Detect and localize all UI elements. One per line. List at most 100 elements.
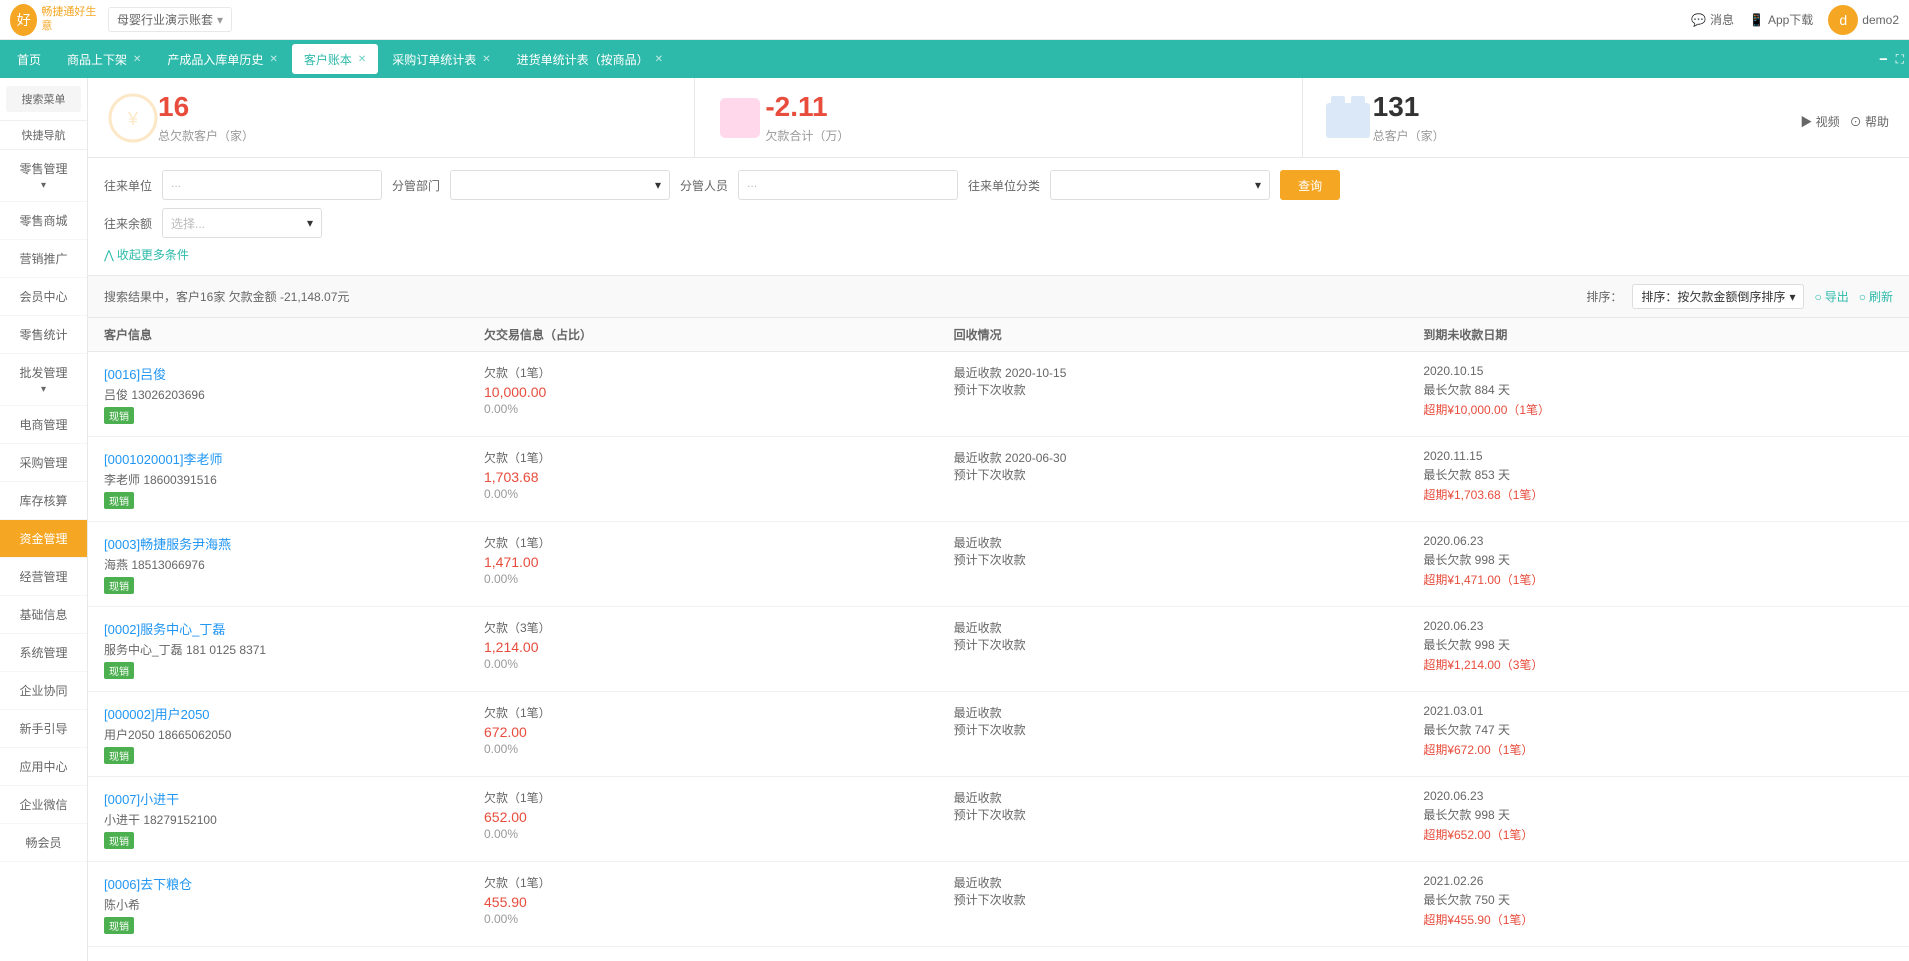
sort-select[interactable]: 排序：按欠款金额倒序排序 ▾ [1632,284,1804,309]
customer-name-link[interactable]: [0002]服务中心_丁磊 [104,619,484,638]
quick-nav-btn[interactable]: 快捷导航 [0,121,87,150]
tab-purchase-stats[interactable]: 进货单统计表（按商品） ✕ [505,44,675,74]
user-avatar[interactable]: d demo2 [1828,5,1899,35]
next-payment: 预计下次收款 [954,381,1424,398]
customer-name-link[interactable]: [0006]去下粮仓 [104,874,484,893]
search-menu-btn[interactable]: 搜索菜单 [6,86,81,112]
from-unit-input[interactable]: ... [162,170,382,200]
debt-count: 欠款（3笔） [484,619,954,636]
export-btn[interactable]: ○ 导出 [1814,288,1848,305]
balance-label: 往来余额 [104,215,152,232]
sidebar-item-enterprise-collab[interactable]: 企业协同 [0,672,87,710]
col-recovery: 回收情况 [954,326,1424,343]
tab-home[interactable]: 首页 [5,44,53,74]
sidebar-item-purchase-mgmt[interactable]: 采购管理 [0,444,87,482]
debt-amount: 10,000.00 [484,384,954,400]
sidebar-item-retail-mgmt[interactable]: 零售管理 ▾ [0,150,87,202]
overdue-detail-link[interactable]: 超期¥10,000.00（1笔） [1423,401,1893,418]
customer-info-cell: [0016]吕俊 吕俊 13026203696 现销 [104,364,484,424]
balance-select[interactable]: 选择... ▾ [162,208,322,238]
sidebar-item-operations[interactable]: 经营管理 [0,558,87,596]
tab-production-history[interactable]: 产成品入库单历史 ✕ [155,44,289,74]
sidebar-item-base-info[interactable]: 基础信息 [0,596,87,634]
sidebar-item-finance[interactable]: 资金管理 [0,520,87,558]
collapse-icon: ⋀ [104,248,114,262]
sidebar-item-inventory[interactable]: 库存核算 [0,482,87,520]
sidebar: 搜索菜单 快捷导航 零售管理 ▾ 零售商城 营销推广 会员中心 零售统计 批发管… [0,78,88,961]
sidebar-item-enterprise-wechat[interactable]: 企业微信 [0,786,87,824]
sidebar-item-vip-member[interactable]: 畅会员 [0,824,87,862]
debt-amount: 455.90 [484,894,954,910]
sidebar-item-retail-stats[interactable]: 零售统计 [0,316,87,354]
app-download-btn[interactable]: 📱 App下载 [1749,11,1813,28]
tab-close-icon[interactable]: ✕ [482,54,490,65]
debt-customers-number: 16 [158,91,254,123]
sidebar-item-system-mgmt[interactable]: 系统管理 [0,634,87,672]
customer-name-link[interactable]: [0001020001]李老师 [104,449,484,468]
due-date: 2020.11.15 [1423,449,1893,463]
message-icon: 💬 [1691,13,1706,27]
customer-tag: 现销 [104,492,134,509]
tab-close-icon[interactable]: ✕ [269,54,277,65]
content-area: ¥ 16 总欠款客户（家） ★ [88,78,1909,961]
view-btn[interactable]: ▶ 视频 [1800,113,1839,130]
sidebar-item-member-center[interactable]: 会员中心 [0,278,87,316]
overdue-detail-link[interactable]: 超期¥1,471.00（1笔） [1423,571,1893,588]
dept-select[interactable]: ▾ [450,170,670,200]
customer-contact: 小进干 18279152100 [104,811,484,828]
overdue-detail-link[interactable]: 超期¥1,214.00（3笔） [1423,656,1893,673]
overdue-cell: 2021.03.01 最长欠款 747 天 超期¥672.00（1笔） [1423,704,1893,758]
sidebar-item-marketing[interactable]: 营销推广 [0,240,87,278]
unit-category-select[interactable]: ▾ [1050,170,1270,200]
debt-count: 欠款（1笔） [484,534,954,551]
customer-name-link[interactable]: [0003]畅捷服务尹海燕 [104,534,484,553]
table-row: [0016]吕俊 吕俊 13026203696 现销 欠款（1笔） 10,000… [88,352,1909,437]
tab-maximize-icon[interactable]: ⛶ [1896,52,1904,67]
tab-close-icon[interactable]: ✕ [358,54,366,65]
table-row: [0002]服务中心_丁磊 服务中心_丁磊 181 0125 8371 现销 欠… [88,607,1909,692]
next-payment: 预计下次收款 [954,721,1424,738]
export-icon: ○ [1814,290,1821,304]
overdue-cell: 2021.02.26 最长欠款 750 天 超期¥455.90（1笔） [1423,874,1893,928]
overdue-detail-link[interactable]: 超期¥652.00（1笔） [1423,826,1893,843]
debt-info-cell: 欠款（1笔） 1,703.68 0.00% [484,449,954,501]
query-btn[interactable]: 查询 [1280,170,1340,200]
overdue-detail-link[interactable]: 超期¥672.00（1笔） [1423,741,1893,758]
total-customers-number: 131 [1373,91,1445,123]
tab-product-shelf[interactable]: 商品上下架 ✕ [55,44,153,74]
overdue-cell: 2020.11.15 最长欠款 853 天 超期¥1,703.68（1笔） [1423,449,1893,503]
overdue-cell: 2020.06.23 最长欠款 998 天 超期¥1,471.00（1笔） [1423,534,1893,588]
sidebar-item-app-center[interactable]: 应用中心 [0,748,87,786]
recovery-cell: 最近收款 2020-10-15 预计下次收款 [954,364,1424,398]
customer-tag: 现销 [104,832,134,849]
refresh-btn[interactable]: ○ 刷新 [1859,288,1893,305]
manager-input[interactable]: ... [738,170,958,200]
customer-name-link[interactable]: [0016]吕俊 [104,364,484,383]
customer-tag: 现销 [104,917,134,934]
customer-name-link[interactable]: [000002]用户2050 [104,704,484,723]
sidebar-search[interactable]: 搜索菜单 [0,78,87,121]
next-payment: 预计下次收款 [954,466,1424,483]
customer-name-link[interactable]: [0007]小进干 [104,789,484,808]
sidebar-item-batch-mgmt[interactable]: 批发管理 ▾ [0,354,87,406]
tab-purchase-order[interactable]: 采购订单统计表 ✕ [380,44,502,74]
overdue-days: 最长欠款 747 天 [1423,721,1893,738]
collapse-btn[interactable]: ⋀ 收起更多条件 [104,246,1893,263]
overdue-detail-link[interactable]: 超期¥455.90（1笔） [1423,911,1893,928]
sidebar-item-ecommerce[interactable]: 电商管理 [0,406,87,444]
logo-text: 畅捷通好生意 [41,6,98,32]
sidebar-item-new-guide[interactable]: 新手引导 [0,710,87,748]
tab-customer-account[interactable]: 客户账本 ✕ [292,44,378,74]
store-selector[interactable]: 母婴行业演示账套 ▾ [108,7,232,32]
tab-close-icon[interactable]: ✕ [133,54,141,65]
due-date: 2020.06.23 [1423,534,1893,548]
col-customer-info: 客户信息 [104,326,484,343]
sidebar-item-retail-mall[interactable]: 零售商城 [0,202,87,240]
overdue-detail-link[interactable]: 超期¥1,703.68（1笔） [1423,486,1893,503]
help-btn[interactable]: ⊙ 帮助 [1850,113,1889,130]
tab-minimize-icon[interactable]: 🗕 [1879,49,1888,70]
tab-close-icon[interactable]: ✕ [655,54,663,65]
table-row: [000002]用户2050 用户2050 18665062050 现销 欠款（… [88,692,1909,777]
message-btn[interactable]: 💬 消息 [1691,11,1734,28]
recovery-cell: 最近收款 预计下次收款 [954,874,1424,908]
